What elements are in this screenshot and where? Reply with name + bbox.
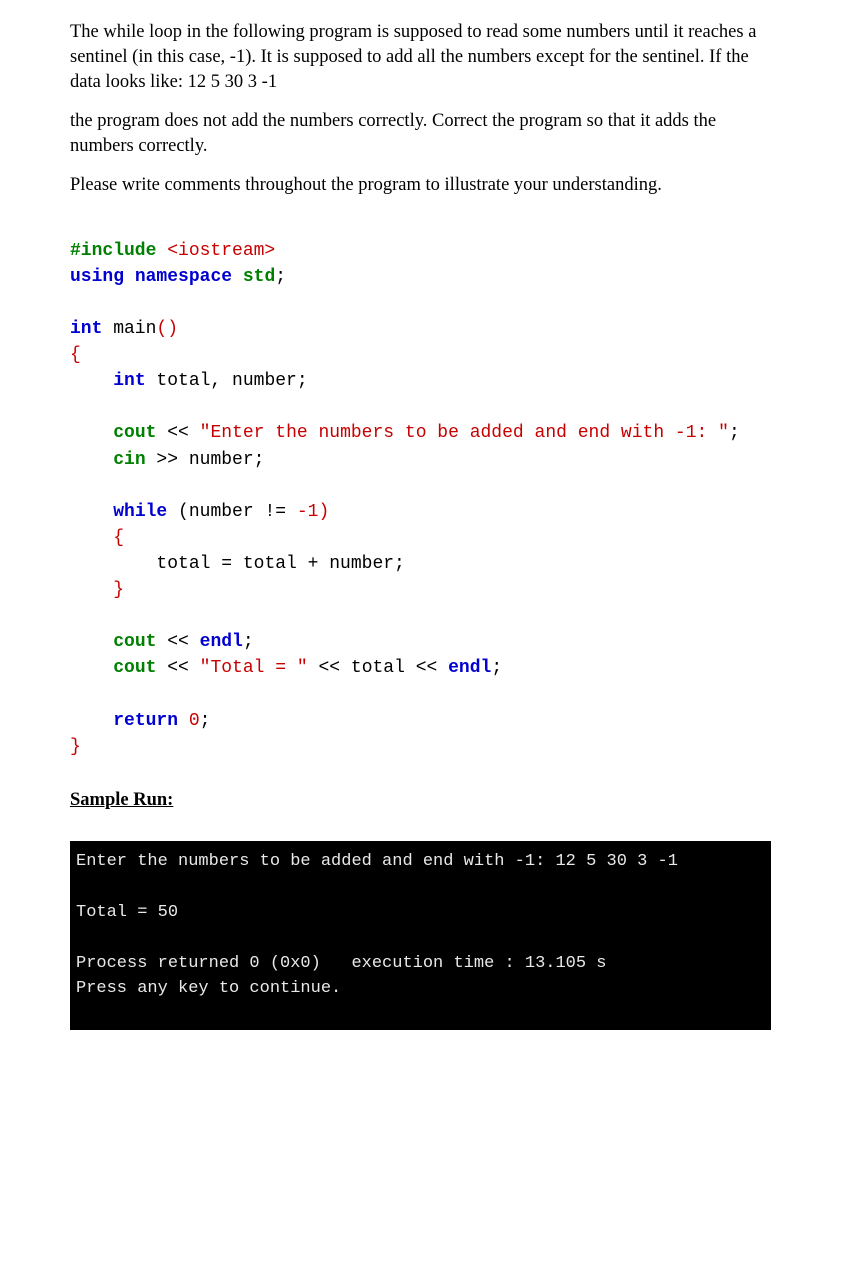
code-vars: total, number; — [146, 371, 308, 391]
code-semicolon: ; — [200, 711, 211, 731]
code-indent — [70, 502, 113, 522]
code-neg1: -1 — [297, 502, 319, 522]
code-using: using — [70, 267, 124, 287]
problem-paragraph-3: Please write comments throughout the pro… — [70, 173, 771, 198]
code-indent — [70, 450, 113, 470]
sample-run-heading: Sample Run: — [70, 790, 771, 811]
code-space — [124, 267, 135, 287]
problem-paragraph-1: The while loop in the following program … — [70, 20, 771, 95]
code-lshift: << — [156, 632, 199, 652]
code-cond-open: (number != — [167, 502, 297, 522]
code-endl: endl — [448, 658, 491, 678]
code-int: int — [113, 371, 145, 391]
code-include: #include — [70, 241, 167, 261]
code-return: return — [113, 711, 178, 731]
code-main: main — [102, 319, 156, 339]
code-cin: cin — [113, 450, 145, 470]
code-total-id: << total << — [308, 658, 448, 678]
terminal-line-3: Total = 50 — [76, 903, 178, 922]
code-lbrace: { — [70, 345, 81, 365]
code-indent — [70, 658, 113, 678]
code-cout: cout — [113, 423, 156, 443]
code-string-total: "Total = " — [200, 658, 308, 678]
code-zero: 0 — [178, 711, 200, 731]
code-rbrace: } — [70, 737, 81, 757]
code-while: while — [113, 502, 167, 522]
code-rshift: >> — [146, 450, 189, 470]
code-indent — [70, 632, 113, 652]
code-endl: endl — [200, 632, 243, 652]
problem-paragraph-2: the program does not add the numbers cor… — [70, 109, 771, 159]
code-lparen: ( — [156, 319, 167, 339]
code-rparen: ) — [167, 319, 178, 339]
terminal-line-5: Process returned 0 (0x0) execution time … — [76, 954, 607, 973]
code-number: number; — [189, 450, 265, 470]
code-indent — [70, 528, 113, 548]
code-cout: cout — [113, 632, 156, 652]
code-int: int — [70, 319, 102, 339]
code-indent — [70, 371, 113, 391]
code-semicolon: ; — [729, 423, 740, 443]
code-std: std — [243, 267, 275, 287]
code-semicolon: ; — [243, 632, 254, 652]
code-lshift: << — [156, 423, 199, 443]
terminal-output: Enter the numbers to be added and end wi… — [70, 841, 771, 1030]
code-include-lib: <iostream> — [167, 241, 275, 261]
code-lbrace: { — [113, 528, 124, 548]
code-cond-close: ) — [318, 502, 329, 522]
code-string-prompt: "Enter the numbers to be added and end w… — [200, 423, 729, 443]
code-semicolon: ; — [491, 658, 502, 678]
code-space — [232, 267, 243, 287]
code-semicolon: ; — [275, 267, 286, 287]
code-lshift: << — [156, 658, 199, 678]
code-namespace: namespace — [135, 267, 232, 287]
code-total-assign: total = total + number; — [156, 554, 404, 574]
terminal-line-6: Press any key to continue. — [76, 979, 341, 998]
terminal-line-1: Enter the numbers to be added and end wi… — [76, 852, 678, 871]
code-indent — [70, 554, 156, 574]
code-indent — [70, 423, 113, 443]
code-rbrace: } — [113, 580, 124, 600]
code-block: #include <iostream> using namespace std;… — [70, 238, 771, 760]
code-indent — [70, 580, 113, 600]
code-indent — [70, 711, 113, 731]
code-cout: cout — [113, 658, 156, 678]
